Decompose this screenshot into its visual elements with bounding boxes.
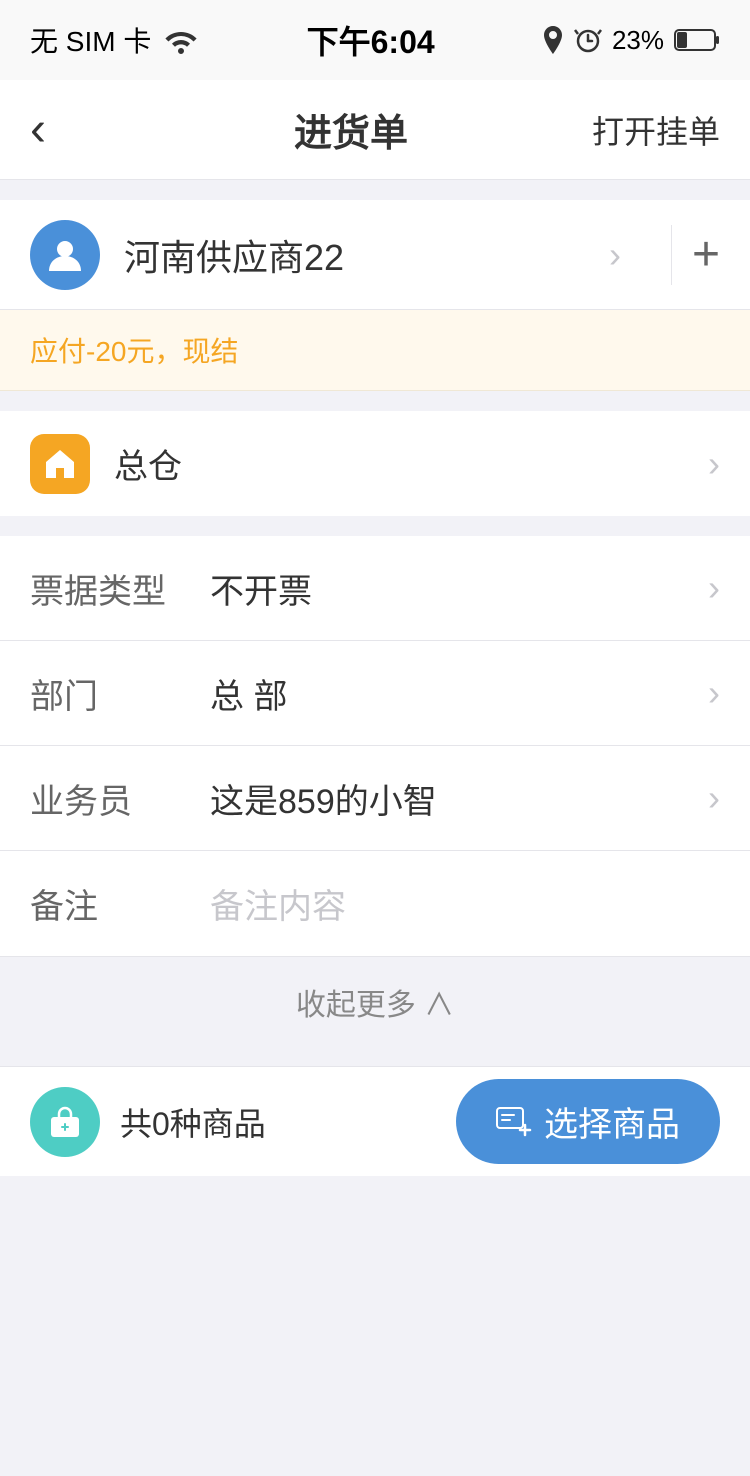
warehouse-value: 总仓 (114, 439, 708, 488)
department-chevron-icon: › (708, 672, 720, 714)
nav-bar: ‹ 进货单 打开挂单 (0, 80, 750, 180)
battery-icon (674, 28, 720, 52)
section-gap-1 (0, 180, 750, 200)
supplier-name: 河南供应商22 (124, 229, 609, 281)
remark-label: 备注 (30, 879, 210, 928)
remark-input[interactable]: 备注内容 (210, 879, 720, 928)
product-icon-bg (30, 1087, 100, 1157)
salesperson-row[interactable]: 业务员 这是859的小智 › (0, 746, 750, 851)
home-icon (42, 446, 78, 482)
salesperson-value: 这是859的小智 (210, 774, 708, 823)
invoice-type-label: 票据类型 (30, 564, 210, 613)
department-label: 部门 (30, 669, 210, 718)
supplier-chevron-icon: › (609, 234, 621, 276)
gray-background (0, 1176, 750, 1476)
shopping-bag-icon (46, 1103, 84, 1141)
select-product-label: 选择商品 (544, 1097, 680, 1146)
status-bar: 无 SIM 卡 下午6:04 23% (0, 0, 750, 80)
open-pending-button[interactable]: 打开挂单 (592, 107, 720, 153)
product-count-label: 共0种商品 (120, 1099, 456, 1145)
back-button[interactable]: ‹ (30, 102, 110, 157)
warehouse-row[interactable]: 总仓 › (0, 411, 750, 516)
select-product-button[interactable]: 选择商品 (456, 1079, 720, 1164)
status-carrier: 无 SIM 卡 (30, 20, 199, 60)
fields-section: 票据类型 不开票 › 部门 总 部 › 业务员 这是859的小智 › 备注 备注… (0, 536, 750, 956)
vertical-divider (671, 225, 672, 285)
collapse-label: 收起更多 ∧ (296, 980, 454, 1024)
battery-text: 23% (612, 25, 664, 56)
invoice-type-chevron-icon: › (708, 567, 720, 609)
supplier-avatar (30, 220, 100, 290)
warehouse-chevron-icon: › (708, 443, 720, 485)
warehouse-section: 总仓 › (0, 411, 750, 516)
salesperson-label: 业务员 (30, 774, 210, 823)
salesperson-chevron-icon: › (708, 777, 720, 819)
section-gap-4 (0, 1046, 750, 1066)
page-title: 进货单 (294, 102, 408, 157)
notice-text: 应付-20元，现结 (30, 336, 238, 367)
location-icon (542, 26, 564, 54)
collapse-button[interactable]: 收起更多 ∧ (0, 956, 750, 1046)
wifi-icon (163, 26, 199, 54)
section-gap-2 (0, 391, 750, 411)
warehouse-icon-bg (30, 434, 90, 494)
bottom-bar: 共0种商品 选择商品 (0, 1066, 750, 1176)
user-icon (45, 235, 85, 275)
invoice-type-value: 不开票 (210, 564, 708, 613)
select-product-icon (496, 1107, 532, 1137)
status-icons: 23% (542, 25, 720, 56)
remark-row[interactable]: 备注 备注内容 (0, 851, 750, 956)
add-supplier-button[interactable]: + (692, 227, 720, 282)
carrier-text: 无 SIM 卡 (30, 20, 151, 60)
department-row[interactable]: 部门 总 部 › (0, 641, 750, 746)
department-value: 总 部 (210, 669, 708, 718)
section-gap-3 (0, 516, 750, 536)
alarm-icon (574, 26, 602, 54)
status-time: 下午6:04 (307, 17, 435, 63)
supplier-section: 河南供应商22 › + 应付-20元，现结 (0, 200, 750, 391)
supplier-row[interactable]: 河南供应商22 › + (0, 200, 750, 310)
notice-banner: 应付-20元，现结 (0, 310, 750, 391)
invoice-type-row[interactable]: 票据类型 不开票 › (0, 536, 750, 641)
